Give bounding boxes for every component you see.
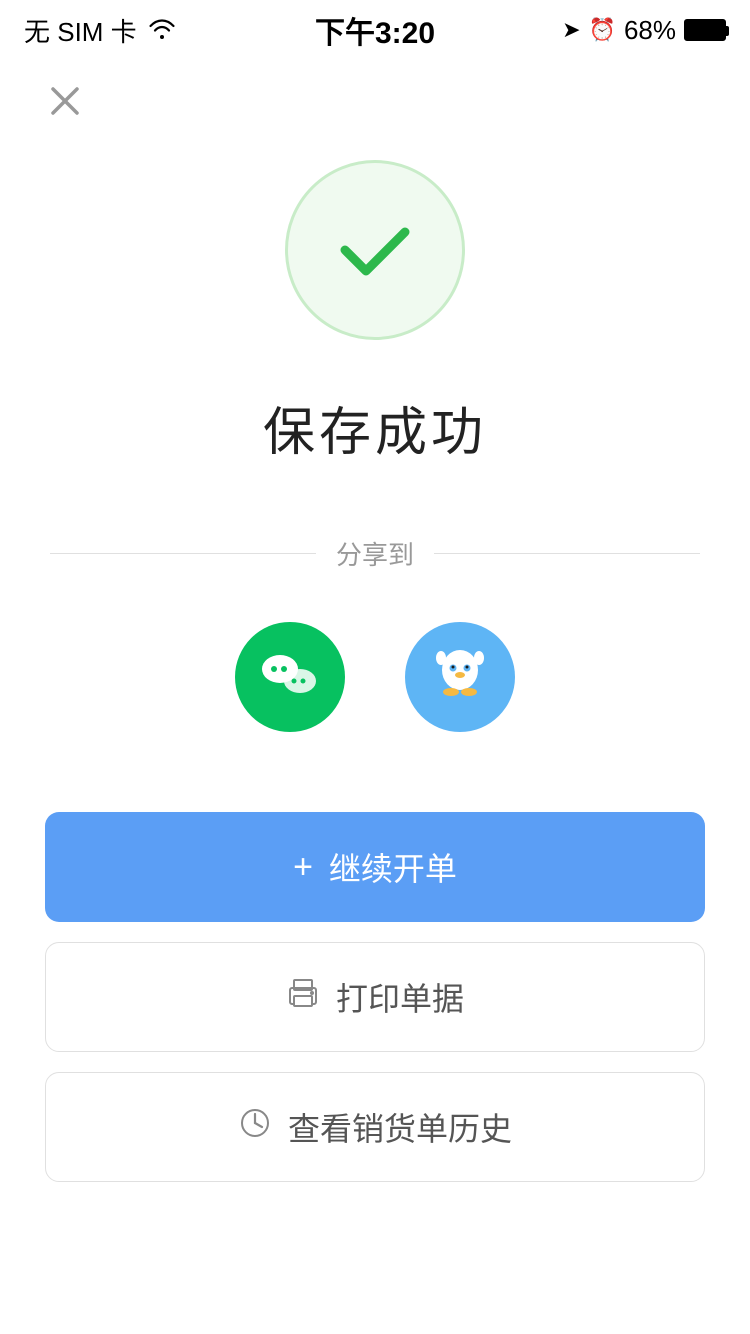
share-buttons xyxy=(235,622,515,732)
share-divider: 分享到 xyxy=(50,535,700,572)
checkmark-icon xyxy=(330,205,420,295)
share-label: 分享到 xyxy=(336,535,414,572)
history-icon xyxy=(238,1106,272,1148)
main-content: 保存成功 分享到 xyxy=(0,60,750,1182)
history-button[interactable]: 查看销货单历史 xyxy=(45,1072,705,1182)
action-buttons: + 继续开单 打印单据 xyxy=(45,812,705,1182)
print-label: 打印单据 xyxy=(336,974,464,1020)
status-right: ➤ ⏰ 68% xyxy=(562,15,726,46)
share-wechat-button[interactable] xyxy=(235,622,345,732)
alarm-icon: ⏰ xyxy=(589,17,616,43)
battery-icon xyxy=(684,19,726,41)
divider-line-right xyxy=(434,553,700,554)
continue-button[interactable]: + 继续开单 xyxy=(45,812,705,922)
divider-line-left xyxy=(50,553,316,554)
status-bar: 无 SIM 卡 下午3:20 ➤ ⏰ 68% xyxy=(0,0,750,60)
history-label: 查看销货单历史 xyxy=(288,1104,512,1150)
print-icon xyxy=(286,976,320,1018)
success-title: 保存成功 xyxy=(263,390,487,465)
wechat-icon xyxy=(256,649,324,705)
share-qq-button[interactable] xyxy=(405,622,515,732)
no-sim-text: 无 SIM 卡 xyxy=(24,12,137,49)
location-icon: ➤ xyxy=(562,17,580,43)
continue-label: 继续开单 xyxy=(329,844,457,890)
wifi-icon xyxy=(147,15,177,46)
print-button[interactable]: 打印单据 xyxy=(45,942,705,1052)
success-icon-wrapper xyxy=(285,160,465,340)
status-left: 无 SIM 卡 xyxy=(24,12,177,49)
status-time: 下午3:20 xyxy=(315,8,435,52)
qq-icon xyxy=(429,642,491,712)
continue-icon: + xyxy=(293,848,313,887)
battery-text: 68% xyxy=(624,15,676,46)
close-button[interactable] xyxy=(40,76,90,126)
